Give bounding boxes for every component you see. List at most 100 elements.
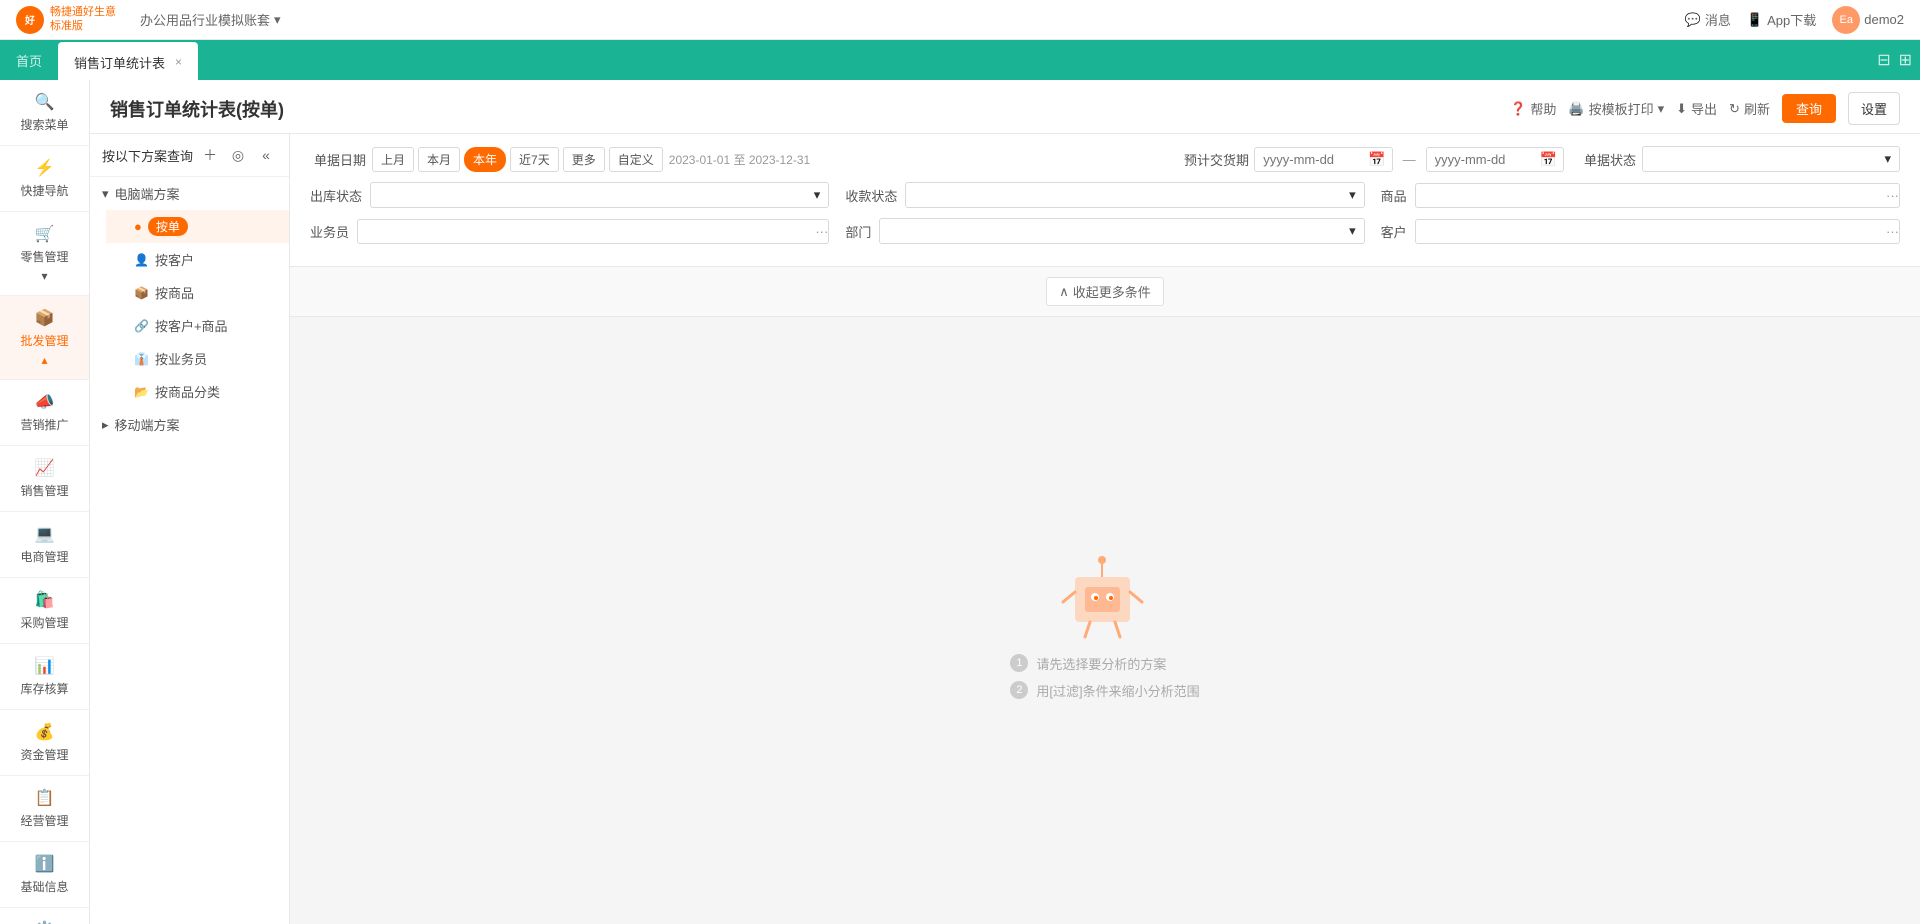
message-action[interactable]: 💬 消息 (1685, 10, 1731, 29)
sidebar: 🔍 搜索菜单 ⚡ 快捷导航 🛒 零售管理 ▾ 📦 批发管理 ▴ 📣 营销推广 📈… (0, 80, 90, 924)
mobile-expand-icon[interactable]: ▸ (102, 417, 109, 433)
tab-maximize-button[interactable]: ⊞ (1899, 50, 1912, 70)
expected-date-start-input[interactable]: 📅 (1254, 147, 1392, 172)
ecommerce-icon: 💻 (35, 524, 55, 544)
staff-input[interactable]: ··· (357, 219, 829, 244)
filter-col-dept: 部门 ▾ (845, 218, 1364, 244)
staff-more-icon[interactable]: ··· (815, 224, 828, 239)
sidebar-item-ecommerce[interactable]: 💻 电商管理 (0, 512, 89, 578)
logo-icon: 好 (16, 6, 44, 34)
sales-icon: 📈 (35, 458, 55, 478)
filter-area: 单据日期 上月 本月 本年 近7天 更多 自定义 2023-01-01 至 20… (290, 134, 1920, 267)
tree-expand-icon[interactable]: ▾ (102, 186, 109, 202)
out-status-select[interactable]: ▾ (370, 182, 829, 208)
print-dropdown-icon: ▾ (1658, 101, 1665, 117)
filter-col-out-status: 出库状态 ▾ (310, 182, 829, 208)
logo-area: 好 畅捷通好生意 标准版 (16, 6, 116, 34)
sidebar-item-system[interactable]: ⚙️ 系统管理 (0, 908, 89, 924)
content-area: 销售订单统计表(按单) ❓ 帮助 🖨️ 按模板打印 ▾ ⬇ 导出 ↻ 刷新 (90, 80, 1920, 924)
empty-step-1: 1 请先选择要分析的方案 (1010, 654, 1199, 673)
refresh-button[interactable]: ↻ 刷新 (1729, 99, 1770, 118)
collapse-row: ∧ 收起更多条件 (290, 267, 1920, 317)
date-btn-custom[interactable]: 自定义 (609, 147, 663, 172)
cust-goods-icon: 🔗 (134, 319, 149, 333)
add-scheme-button[interactable]: ＋ (199, 144, 221, 166)
empty-step-2: 2 用[过滤]条件来缩小分析范围 (1010, 681, 1199, 700)
message-icon: 💬 (1685, 12, 1701, 28)
search-icon: 🔍 (35, 92, 55, 112)
scheme-settings-button[interactable]: ◎ (227, 144, 249, 166)
staff-field[interactable] (358, 220, 815, 243)
wholesale-icon: 📦 (35, 308, 55, 328)
left-panel-header: 按以下方案查询 ＋ ◎ « (90, 134, 289, 177)
scheme-item-by-staff[interactable]: 👔 按业务员 (106, 342, 289, 375)
app-download-action[interactable]: 📱 App下载 (1747, 10, 1816, 29)
sidebar-item-marketing[interactable]: 📣 营销推广 (0, 380, 89, 446)
inventory-icon: 📊 (35, 656, 55, 676)
status-dropdown-icon: ▾ (1884, 151, 1891, 167)
logo-text: 畅捷通好生意 标准版 (50, 6, 116, 32)
expected-date-start-field[interactable] (1255, 148, 1362, 171)
filter-col-staff: 业务员 ··· (310, 219, 829, 244)
tree-group-pc: ● 按单 👤 按客户 📦 按商品 🔗 按客户+商品 (90, 210, 289, 408)
page-title: 销售订单统计表(按单) (110, 96, 284, 122)
collapse-icon: ∧ (1059, 284, 1069, 300)
customer-field[interactable] (1416, 220, 1886, 243)
dept-select[interactable]: ▾ (879, 218, 1364, 244)
finance-icon: 💰 (35, 722, 55, 742)
sidebar-item-retail[interactable]: 🛒 零售管理 ▾ (0, 212, 89, 296)
dept-filter-label: 部门 (845, 222, 871, 241)
goods-input[interactable]: ··· (1415, 183, 1900, 208)
sidebar-item-base-info[interactable]: ℹ️ 基础信息 (0, 842, 89, 908)
sidebar-item-purchase[interactable]: 🛍️ 采购管理 (0, 578, 89, 644)
operations-icon: 📋 (35, 788, 55, 808)
expected-date-end-field[interactable] (1427, 148, 1534, 171)
collapse-button[interactable]: ∧ 收起更多条件 (1046, 277, 1164, 306)
tree-section-mobile: ▸ 移动端方案 (90, 408, 289, 441)
export-button[interactable]: ⬇ 导出 (1676, 99, 1717, 118)
scheme-item-by-category[interactable]: 📂 按商品分类 (106, 375, 289, 408)
scheme-item-by-goods[interactable]: 📦 按商品 (106, 276, 289, 309)
receipt-status-label: 收款状态 (845, 186, 897, 205)
sidebar-item-finance[interactable]: 💰 资金管理 (0, 710, 89, 776)
scheme-item-by-order[interactable]: ● 按单 (106, 210, 289, 243)
date-btn-this-month[interactable]: 本月 (418, 147, 460, 172)
date-btn-last-7days[interactable]: 近7天 (510, 147, 559, 172)
tab-home[interactable]: 首页 (0, 40, 58, 80)
goods-more-icon[interactable]: ··· (1886, 188, 1899, 203)
collapse-panel-button[interactable]: « (255, 144, 277, 166)
top-bar-right: 💬 消息 📱 App下载 Ea demo2 (1685, 6, 1904, 34)
filter-cell-status: 单据状态 ▾ (1580, 146, 1900, 172)
page-header: 销售订单统计表(按单) ❓ 帮助 🖨️ 按模板打印 ▾ ⬇ 导出 ↻ 刷新 (90, 80, 1920, 134)
help-button[interactable]: ❓ 帮助 (1510, 99, 1556, 118)
date-btn-last-month[interactable]: 上月 (372, 147, 414, 172)
sidebar-item-search[interactable]: 🔍 搜索菜单 (0, 80, 89, 146)
quick-nav-icon: ⚡ (35, 158, 55, 178)
query-button[interactable]: 查询 (1782, 94, 1836, 123)
empty-state: 1 请先选择要分析的方案 2 用[过滤]条件来缩小分析范围 (290, 317, 1920, 924)
template-print-button[interactable]: 🖨️ 按模板打印 ▾ (1568, 99, 1664, 118)
tab-active[interactable]: 销售订单统计表 × (58, 42, 198, 82)
scheme-item-by-customer[interactable]: 👤 按客户 (106, 243, 289, 276)
sidebar-item-quick-nav[interactable]: ⚡ 快捷导航 (0, 146, 89, 212)
tab-minimize-button[interactable]: ⊟ (1877, 50, 1890, 70)
customer-input[interactable]: ··· (1415, 219, 1900, 244)
sidebar-item-wholesale[interactable]: 📦 批发管理 ▴ (0, 296, 89, 380)
base-info-icon: ℹ️ (35, 854, 55, 874)
tab-close-icon[interactable]: × (175, 55, 182, 69)
status-select[interactable]: ▾ (1642, 146, 1900, 172)
sidebar-item-inventory[interactable]: 📊 库存核算 (0, 644, 89, 710)
settings-button[interactable]: 设置 (1848, 92, 1900, 125)
sidebar-item-sales[interactable]: 📈 销售管理 (0, 446, 89, 512)
sidebar-item-operations[interactable]: 📋 经营管理 (0, 776, 89, 842)
date-btn-this-year[interactable]: 本年 (464, 147, 506, 172)
receipt-status-select[interactable]: ▾ (905, 182, 1364, 208)
date-btn-more[interactable]: 更多 (563, 147, 605, 172)
goods-field[interactable] (1416, 184, 1886, 207)
scheme-item-by-customer-goods[interactable]: 🔗 按客户+商品 (106, 309, 289, 342)
step-1-text: 请先选择要分析的方案 (1036, 654, 1166, 673)
expected-date-end-input[interactable]: 📅 (1426, 147, 1564, 172)
user-area[interactable]: Ea demo2 (1832, 6, 1904, 34)
workspace-selector[interactable]: 办公用品行业模拟账套 ▾ (140, 10, 281, 29)
customer-more-icon[interactable]: ··· (1886, 224, 1899, 239)
